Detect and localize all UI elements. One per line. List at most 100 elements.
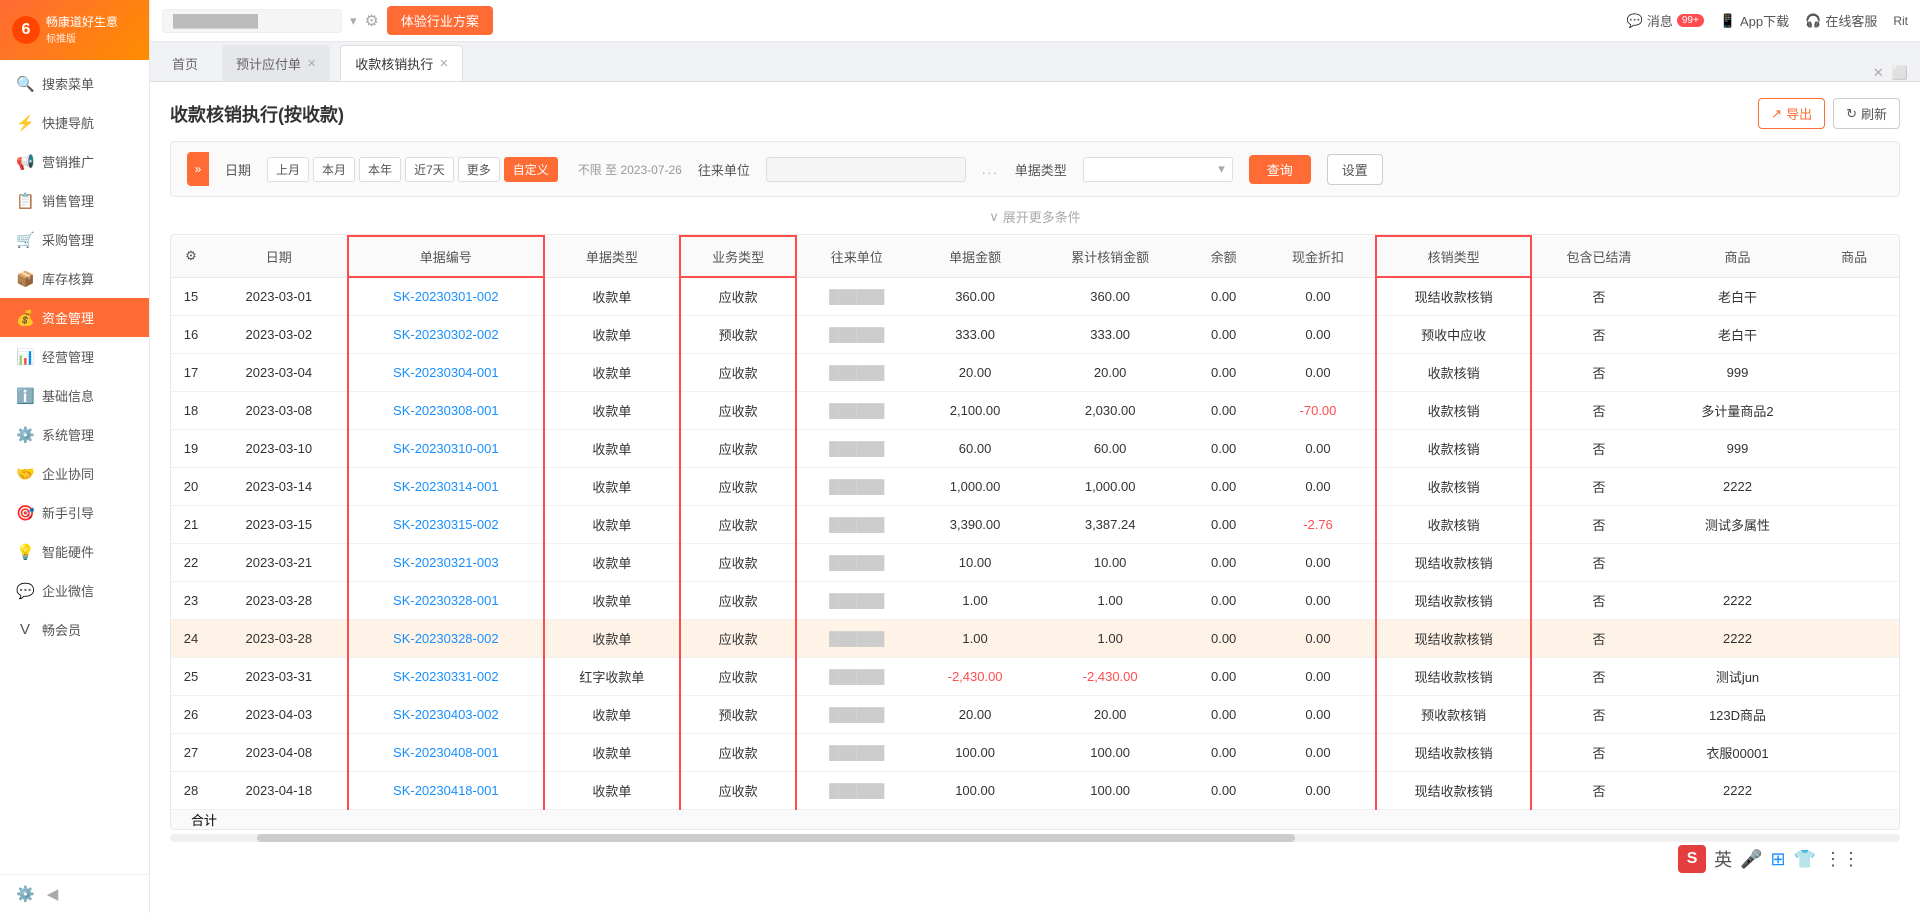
date-btn-custom[interactable]: 自定义 [504, 157, 558, 182]
td-bill-type: 收款单 [544, 316, 680, 354]
td-verified: 3,387.24 [1034, 506, 1186, 544]
tab-prepay-close[interactable]: ✕ [307, 57, 316, 70]
td-balance: 0.00 [1186, 582, 1261, 620]
sidebar-item-operations[interactable]: 📊 经营管理 [0, 337, 149, 376]
sidebar-item-vip[interactable]: V 畅会员 [0, 610, 149, 649]
td-discount: 0.00 [1261, 316, 1376, 354]
bill-no-link[interactable]: SK-20230328-002 [393, 631, 499, 646]
tab-receivable[interactable]: 收款核销执行 ✕ [340, 45, 463, 81]
bill-no-link[interactable]: SK-20230302-002 [393, 327, 499, 342]
float-mic-icon[interactable]: 🎤 [1740, 849, 1762, 870]
date-btn-last-month[interactable]: 上月 [267, 157, 309, 182]
td-no: 24 [171, 620, 211, 658]
bill-no-link[interactable]: SK-20230304-001 [393, 365, 499, 380]
refresh-button[interactable]: ↻ 刷新 [1833, 98, 1900, 129]
app-download-btn[interactable]: 📱 App下载 [1720, 11, 1789, 30]
td-bill-no: SK-20230315-002 [348, 506, 544, 544]
tab-prepay[interactable]: 预计应付单 ✕ [222, 45, 330, 81]
sidebar-item-inventory[interactable]: 📦 库存核算 [0, 259, 149, 298]
table-scrollbar[interactable] [170, 834, 1900, 842]
dropdown-arrow-icon[interactable]: ▾ [350, 13, 357, 29]
sidebar-item-wechat[interactable]: 💬 企业微信 [0, 571, 149, 610]
bill-no-link[interactable]: SK-20230301-002 [393, 289, 499, 304]
th-product1: 商品 [1666, 236, 1810, 277]
finance-icon: 💰 [16, 309, 34, 327]
td-verify-type: 现结收款核销 [1376, 658, 1531, 696]
td-amount: 1.00 [916, 620, 1034, 658]
sidebar-label-guide: 新手引导 [42, 503, 94, 522]
collapse-icon[interactable]: ◀ [47, 885, 59, 903]
td-product: 2222 [1666, 468, 1810, 506]
filter-receipt-type-select[interactable] [1083, 157, 1233, 182]
close-window-icon[interactable]: ✕ [1873, 65, 1884, 81]
td-included: 否 [1531, 468, 1665, 506]
tab-home[interactable]: 首页 [158, 45, 212, 81]
th-settings[interactable]: ⚙ [171, 236, 211, 277]
bill-no-link[interactable]: SK-20230328-001 [393, 593, 499, 608]
sidebar-item-guide[interactable]: 🎯 新手引导 [0, 493, 149, 532]
td-included: 否 [1531, 277, 1665, 316]
bill-no-link[interactable]: SK-20230403-002 [393, 707, 499, 722]
bill-no-link[interactable]: SK-20230331-002 [393, 669, 499, 684]
td-bill-no: SK-20230321-003 [348, 544, 544, 582]
settings-bottom-icon[interactable]: ⚙️ [16, 885, 35, 903]
td-no: 25 [171, 658, 211, 696]
setting-button[interactable]: 设置 [1327, 154, 1383, 185]
date-btn-this-month[interactable]: 本月 [313, 157, 355, 182]
filter-expand-btn[interactable]: » [187, 152, 209, 186]
scrollbar-thumb[interactable] [257, 834, 1295, 842]
sidebar-item-quick[interactable]: ⚡ 快捷导航 [0, 103, 149, 142]
sidebar-item-search[interactable]: 🔍 搜索菜单 [0, 64, 149, 103]
expand-more-btn[interactable]: ∨ 展开更多条件 [989, 207, 1081, 226]
td-balance: 0.00 [1186, 696, 1261, 734]
export-button[interactable]: ↗ 导出 [1758, 98, 1825, 129]
float-grid-icon[interactable]: ⊞ [1770, 849, 1785, 870]
td-product2 [1809, 544, 1899, 582]
td-product2 [1809, 658, 1899, 696]
sidebar-label-system: 系统管理 [42, 425, 94, 444]
td-included: 否 [1531, 734, 1665, 772]
sidebar-item-base[interactable]: ℹ️ 基础信息 [0, 376, 149, 415]
bill-no-link[interactable]: SK-20230308-001 [393, 403, 499, 418]
table-row: 27 2023-04-08 SK-20230408-001 收款单 应收款 ██… [171, 734, 1899, 772]
float-apps-icon[interactable]: ⋮⋮ [1824, 849, 1860, 870]
sidebar-item-collab[interactable]: 🤝 企业协同 [0, 454, 149, 493]
date-btn-this-year[interactable]: 本年 [359, 157, 401, 182]
td-date: 2023-04-18 [211, 772, 348, 810]
date-range-display: 不限 至 2023-07-26 [578, 161, 682, 178]
td-discount: 0.00 [1261, 468, 1376, 506]
maximize-icon[interactable]: ⬜ [1892, 65, 1908, 81]
date-btn-7days[interactable]: 近7天 [405, 157, 454, 182]
counterpart-input[interactable] [766, 157, 966, 182]
float-en-icon[interactable]: 英 [1714, 846, 1732, 872]
footer-empty3 [1666, 810, 1810, 830]
bill-no-link[interactable]: SK-20230321-003 [393, 555, 499, 570]
gear-icon[interactable]: ⚙ [365, 11, 379, 31]
sidebar-item-purchase[interactable]: 🛒 采购管理 [0, 220, 149, 259]
date-btn-more[interactable]: 更多 [458, 157, 500, 182]
table-footer: 合计 [171, 810, 1899, 830]
bill-no-link[interactable]: SK-20230314-001 [393, 479, 499, 494]
messages-btn[interactable]: 💬 消息 99+ [1627, 11, 1704, 30]
sidebar-item-finance[interactable]: 💰 资金管理 [0, 298, 149, 337]
td-date: 2023-03-31 [211, 658, 348, 696]
bill-no-link[interactable]: SK-20230315-002 [393, 517, 499, 532]
online-service-btn[interactable]: 🎧 在线客服 [1805, 11, 1877, 30]
sidebar-item-marketing[interactable]: 📢 营销推广 [0, 142, 149, 181]
sidebar-item-system[interactable]: ⚙️ 系统管理 [0, 415, 149, 454]
td-biz-type: 应收款 [680, 354, 796, 392]
bill-no-link[interactable]: SK-20230418-001 [393, 783, 499, 798]
td-balance: 0.00 [1186, 468, 1261, 506]
sidebar-item-hardware[interactable]: 💡 智能硬件 [0, 532, 149, 571]
query-button[interactable]: 查询 [1249, 155, 1311, 184]
tab-receivable-close[interactable]: ✕ [439, 57, 448, 70]
bill-no-link[interactable]: SK-20230408-001 [393, 745, 499, 760]
bill-no-link[interactable]: SK-20230310-001 [393, 441, 499, 456]
td-verified: 100.00 [1034, 734, 1186, 772]
td-date: 2023-04-03 [211, 696, 348, 734]
sidebar-item-sales[interactable]: 📋 销售管理 [0, 181, 149, 220]
industry-btn[interactable]: 体验行业方案 [387, 6, 493, 35]
td-biz-type: 应收款 [680, 430, 796, 468]
td-product2 [1809, 582, 1899, 620]
float-shirt-icon[interactable]: 👕 [1794, 849, 1816, 870]
